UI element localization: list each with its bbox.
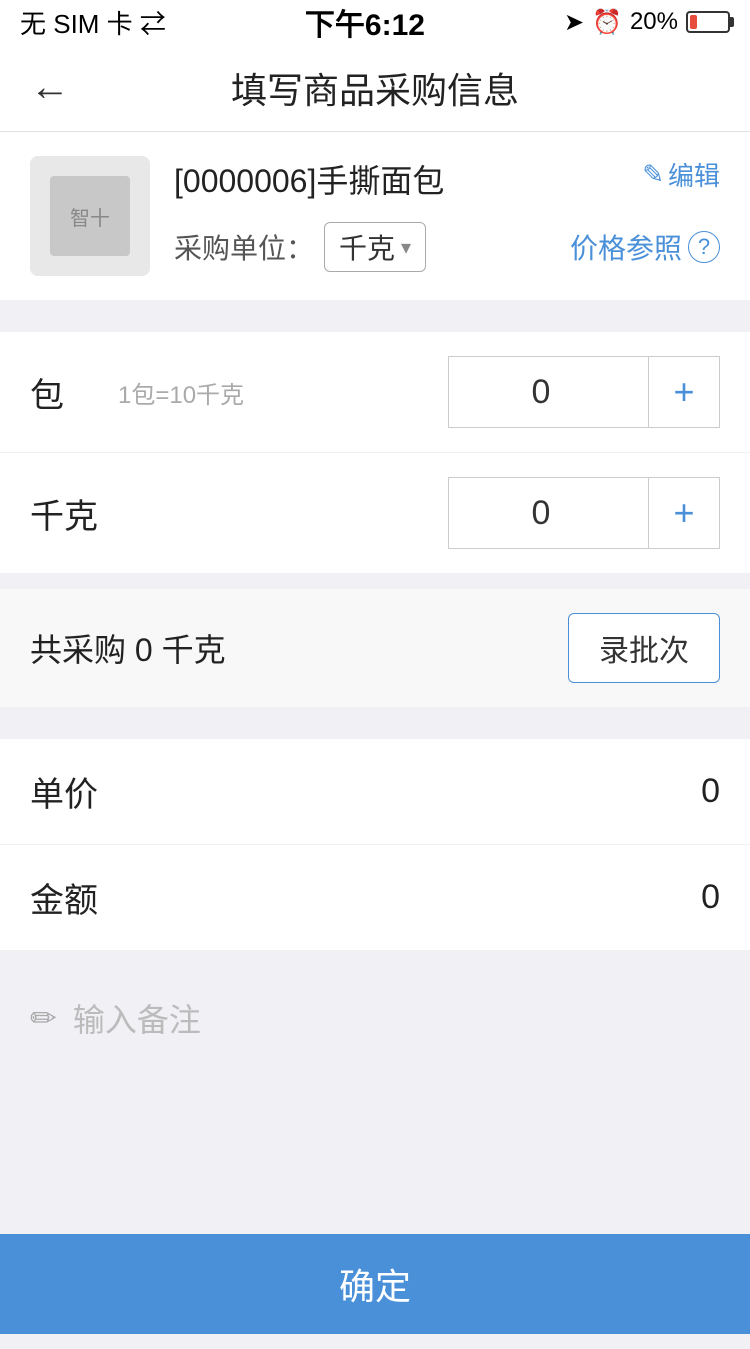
unit-price-row: 单价 0 [0, 739, 750, 845]
price-ref-help-icon: ? [688, 231, 720, 263]
page-title: 填写商品采购信息 [231, 62, 519, 114]
unit-price-value: 0 [701, 772, 720, 811]
product-name: [0000006]手撕面包 [174, 156, 444, 202]
amount-value: 0 [701, 878, 720, 917]
batch-button[interactable]: 录批次 [568, 613, 720, 683]
status-time: 下午6:12 [305, 0, 425, 44]
sim-status: 无 SIM 卡 ⇄ [20, 4, 166, 41]
product-image: 智十 [30, 156, 150, 276]
kg-input[interactable] [448, 477, 648, 549]
kg-plus-button[interactable]: + [648, 477, 720, 549]
status-left: 无 SIM 卡 ⇄ [20, 4, 166, 41]
unit-value: 千克 [339, 227, 395, 267]
total-row: 共采购 0 千克 录批次 [0, 589, 750, 707]
product-info: [0000006]手撕面包 ✎ 编辑 采购单位： 千克 ▾ 价格参照 ? [174, 156, 720, 272]
divider-1 [0, 316, 750, 332]
kg-label: 千克 [30, 489, 110, 538]
amount-row: 金额 0 [0, 845, 750, 951]
dropdown-arrow-icon: ▾ [401, 235, 411, 260]
edit-icon: ✎ [642, 159, 664, 190]
status-bar: 无 SIM 卡 ⇄ 下午6:12 ➤ ⏰ 20% [0, 0, 750, 44]
notes-section[interactable]: ✏ 输入备注 [0, 967, 750, 1069]
kg-input-row: 千克 + [0, 453, 750, 573]
status-right: ➤ ⏰ 20% [564, 8, 730, 37]
quantity-inputs-section: 包 1包=10千克 + 千克 + [0, 332, 750, 573]
confirm-button[interactable]: 确定 [0, 1234, 750, 1334]
unit-label: 采购单位： [174, 227, 314, 267]
bao-label: 包 [30, 368, 110, 417]
alarm-icon: ⏰ [592, 8, 622, 37]
location-icon: ➤ [564, 8, 584, 37]
total-label: 共采购 [30, 632, 126, 668]
bao-input-wrapper: + [448, 356, 720, 428]
purchase-unit: 采购单位： 千克 ▾ [174, 222, 426, 272]
bao-input-row: 包 1包=10千克 + [0, 332, 750, 453]
kg-input-wrapper: + [448, 477, 720, 549]
bao-input[interactable] [448, 356, 648, 428]
divider-2 [0, 723, 750, 739]
nav-bar: ← 填写商品采购信息 [0, 44, 750, 132]
pencil-icon: ✏ [30, 999, 57, 1037]
battery-icon [686, 11, 730, 33]
unit-price-label: 单价 [30, 767, 98, 816]
notes-placeholder: 输入备注 [73, 995, 201, 1041]
edit-label: 编辑 [668, 156, 720, 193]
product-meta: 采购单位： 千克 ▾ 价格参照 ? [174, 222, 720, 272]
bao-sublabel: 1包=10千克 [118, 375, 244, 410]
total-text: 共采购 0 千克 [30, 625, 226, 671]
amount-label: 金额 [30, 873, 98, 922]
price-ref-button[interactable]: 价格参照 ? [570, 227, 720, 267]
price-ref-label: 价格参照 [570, 227, 682, 267]
edit-button[interactable]: ✎ 编辑 [642, 156, 720, 193]
price-info-section: 单价 0 金额 0 [0, 739, 750, 951]
bao-plus-button[interactable]: + [648, 356, 720, 428]
total-qty-value: 0 [135, 632, 153, 668]
battery-percent: 20% [630, 8, 678, 36]
back-button[interactable]: ← [30, 65, 90, 110]
unit-dropdown[interactable]: 千克 ▾ [324, 222, 426, 272]
product-logo: 智十 [50, 176, 130, 256]
product-top-row: [0000006]手撕面包 ✎ 编辑 [174, 156, 720, 222]
product-card: 智十 [0000006]手撕面包 ✎ 编辑 采购单位： 千克 ▾ 价格参照 ? [0, 132, 750, 300]
total-unit [153, 632, 162, 668]
